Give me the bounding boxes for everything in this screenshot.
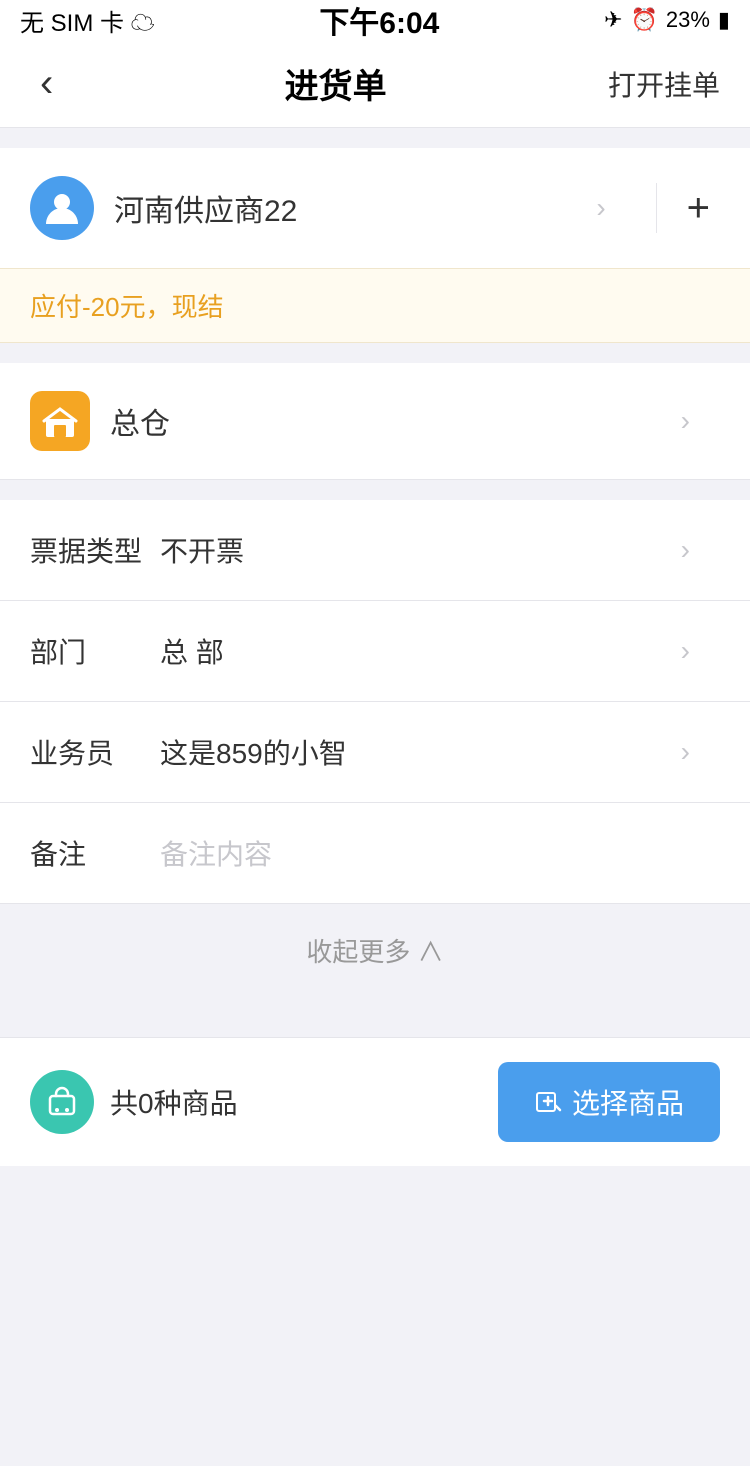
salesperson-label: 业务员 (30, 732, 160, 772)
select-product-icon (534, 1088, 562, 1116)
supplier-row[interactable]: 河南供应商22 › + (0, 148, 750, 268)
invoice-type-label: 票据类型 (30, 530, 160, 570)
department-value: 总 部 (160, 631, 681, 671)
salesperson-row[interactable]: 业务员 这是859的小智 › (0, 702, 750, 803)
supplier-section: 河南供应商22 › + 应付-20元，现结 (0, 148, 750, 343)
department-label: 部门 (30, 631, 160, 671)
page-title: 进货单 (285, 59, 387, 108)
department-chevron-icon: › (681, 635, 690, 667)
person-icon (42, 188, 82, 228)
collapse-label: 收起更多 ∧ (306, 932, 443, 969)
warehouse-row[interactable]: 总仓 › (0, 363, 750, 480)
open-pending-button[interactable]: 打开挂单 (608, 64, 720, 104)
product-count-text: 共0种商品 (110, 1082, 238, 1122)
back-button[interactable]: ‹ (30, 51, 63, 116)
location-icon: ✈ (604, 7, 622, 33)
status-bar: 无 SIM 卡 ☁ 下午6:04 ✈ ⏰ 23% ▮ (0, 0, 750, 40)
form-section: 票据类型 不开票 › 部门 总 部 › 业务员 这是859的小智 › 备注 备注… (0, 500, 750, 903)
supplier-chevron-icon: › (596, 192, 605, 224)
page-background (0, 1166, 750, 1466)
cart-icon-wrap (30, 1070, 94, 1134)
section-gap-2 (0, 997, 750, 1017)
invoice-type-row[interactable]: 票据类型 不开票 › (0, 500, 750, 601)
salesperson-chevron-icon: › (681, 736, 690, 768)
select-product-button[interactable]: 选择商品 (498, 1062, 720, 1142)
notice-banner: 应付-20元，现结 (0, 268, 750, 343)
remark-label: 备注 (30, 833, 160, 873)
status-time: 下午6:04 (319, 0, 439, 42)
vertical-divider (656, 183, 657, 233)
alarm-icon: ⏰ (630, 7, 657, 33)
add-supplier-button[interactable]: + (677, 186, 720, 231)
remark-input[interactable]: 备注内容 (160, 833, 720, 873)
product-count-area: 共0种商品 (30, 1070, 238, 1134)
invoice-type-value: 不开票 (160, 530, 681, 570)
remark-row[interactable]: 备注 备注内容 (0, 803, 750, 903)
nav-bar: ‹ 进货单 打开挂单 (0, 40, 750, 128)
select-product-label: 选择商品 (572, 1082, 684, 1122)
supplier-name: 河南供应商22 (114, 186, 596, 230)
warehouse-name: 总仓 (110, 399, 681, 443)
status-left: 无 SIM 卡 ☁ (20, 3, 155, 38)
warehouse-chevron-icon: › (681, 405, 690, 437)
battery-icon: ▮ (718, 7, 730, 33)
status-right: ✈ ⏰ 23% ▮ (604, 7, 730, 33)
notice-text: 应付-20元，现结 (30, 292, 224, 322)
bottom-bar: 共0种商品 选择商品 (0, 1037, 750, 1166)
warehouse-icon (42, 403, 78, 439)
battery-level: 23% (666, 7, 710, 33)
collapse-row[interactable]: 收起更多 ∧ (0, 903, 750, 997)
sim-status: 无 SIM 卡 ☁ (20, 3, 155, 38)
section-gap-1 (0, 128, 750, 148)
cart-icon (44, 1084, 80, 1120)
salesperson-value: 这是859的小智 (160, 732, 681, 772)
invoice-type-chevron-icon: › (681, 534, 690, 566)
department-row[interactable]: 部门 总 部 › (0, 601, 750, 702)
warehouse-icon-wrap (30, 391, 90, 451)
supplier-avatar (30, 176, 94, 240)
